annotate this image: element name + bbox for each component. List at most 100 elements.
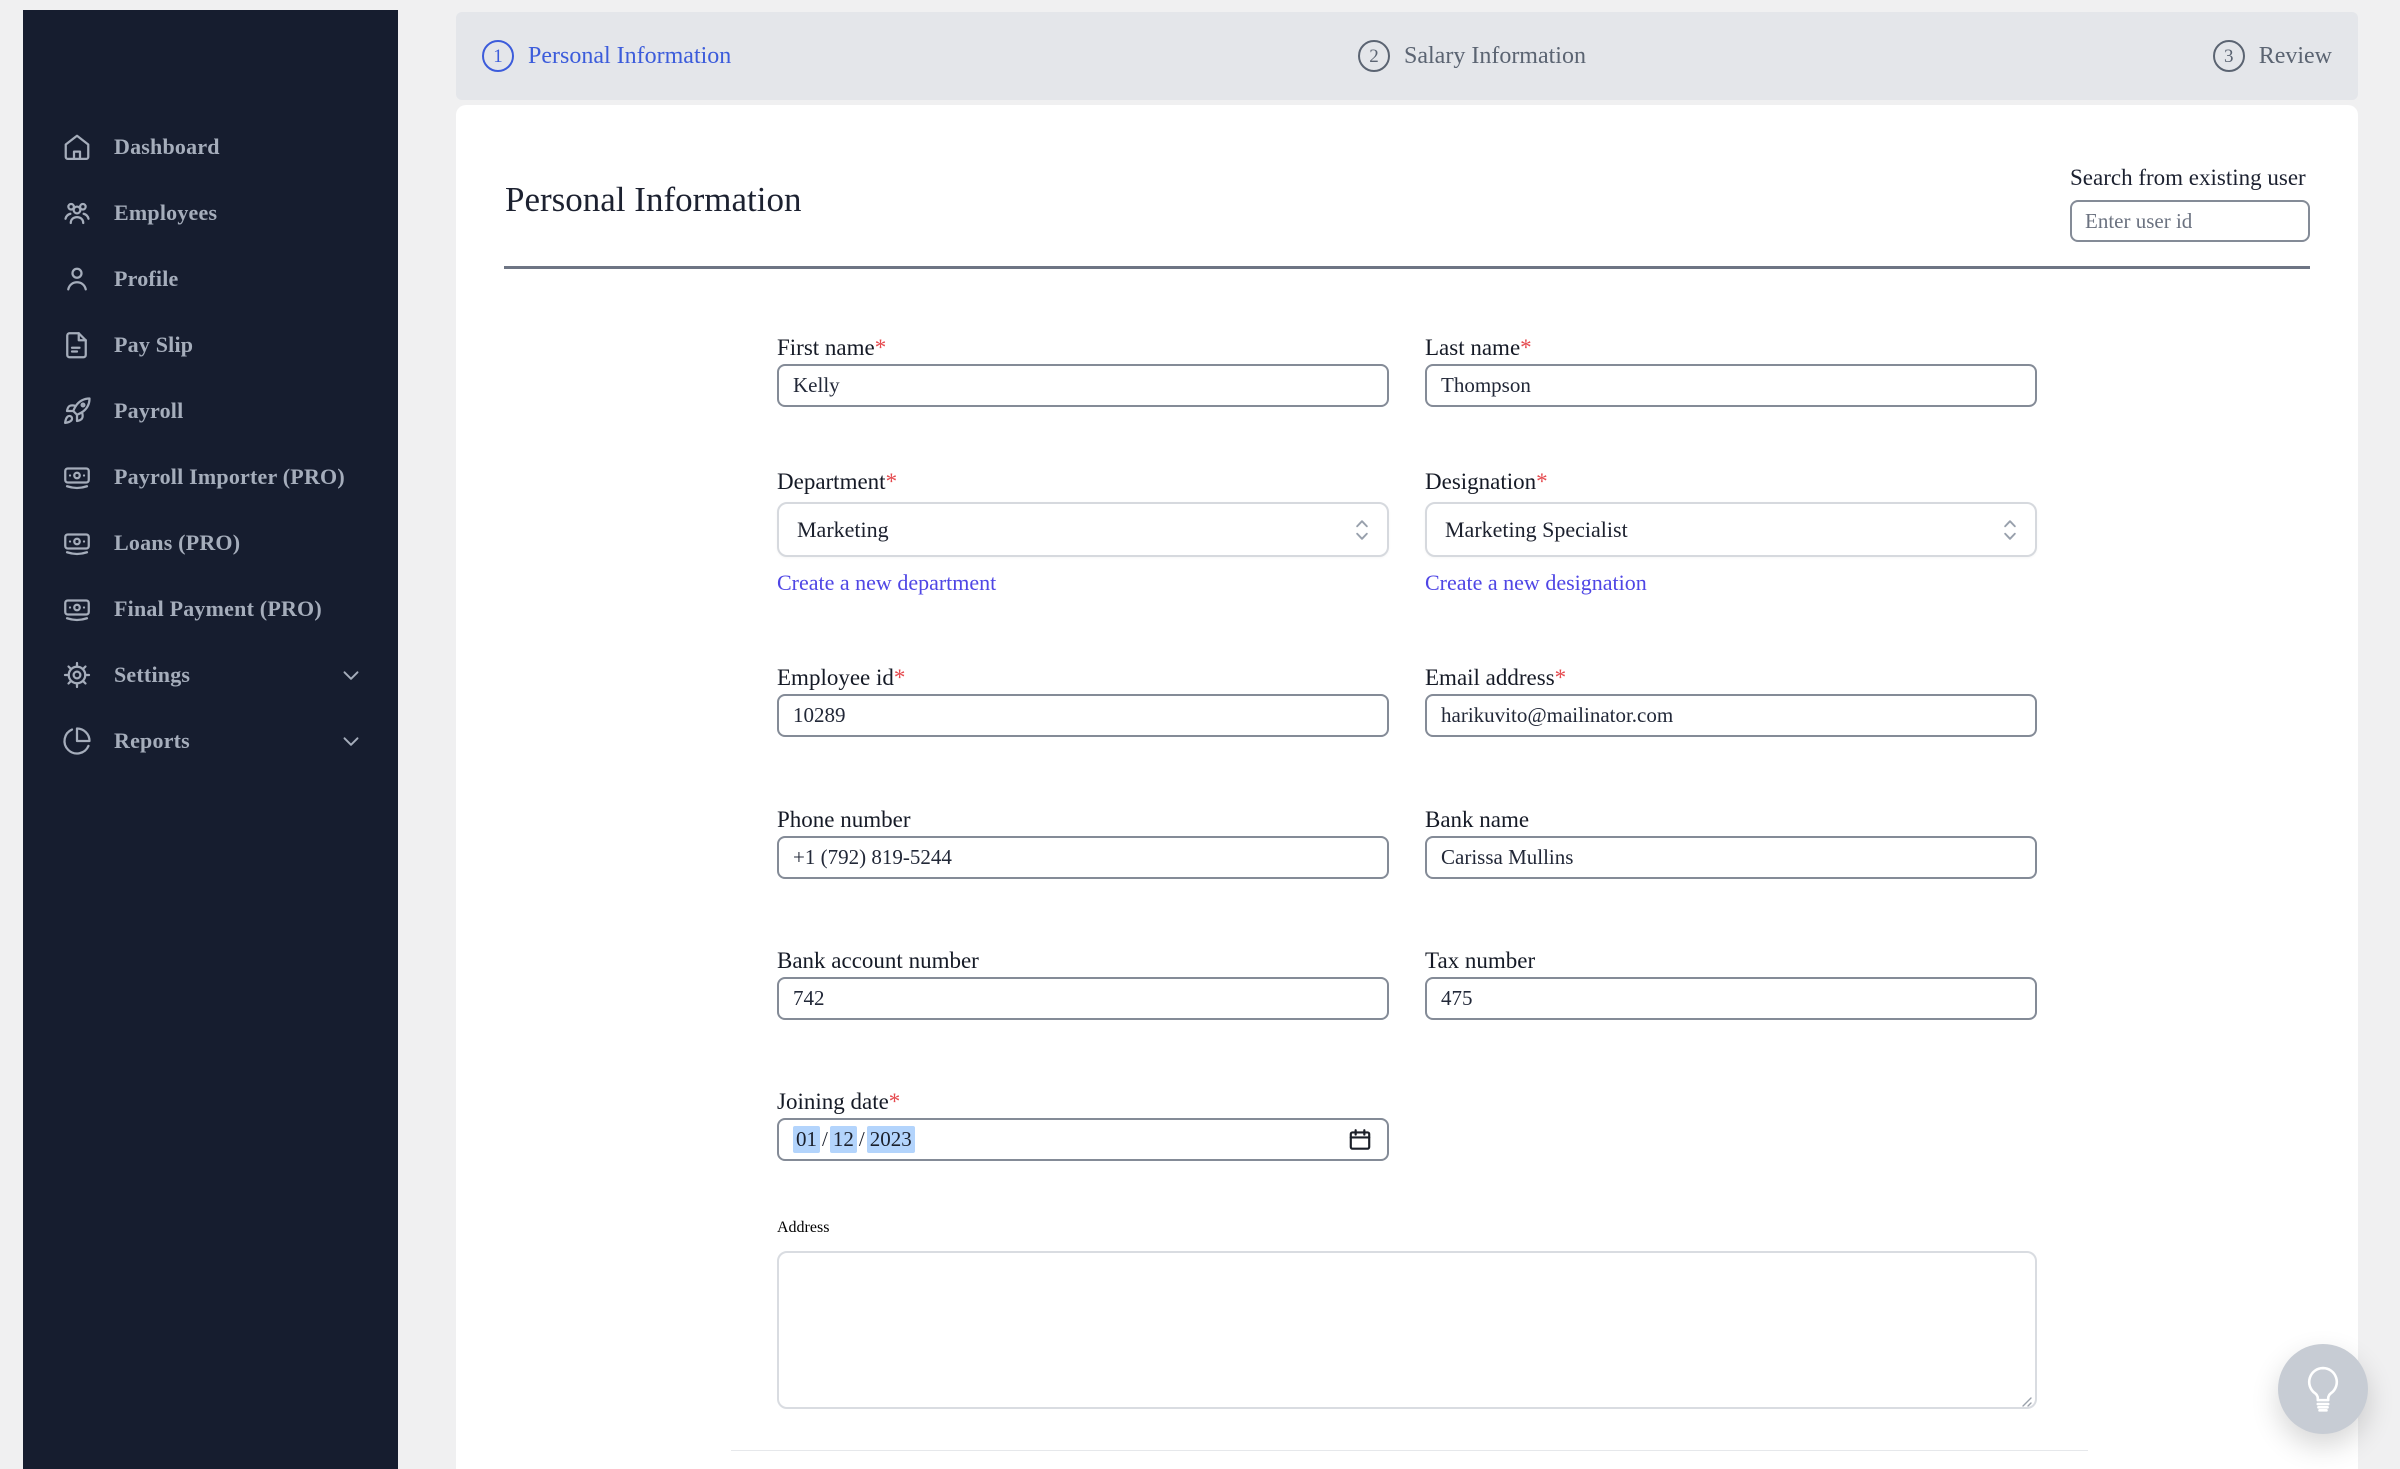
step-number: 1 bbox=[482, 40, 514, 72]
create-department-link[interactable]: Create a new department bbox=[777, 570, 996, 596]
bank-name-input[interactable] bbox=[1425, 836, 2037, 879]
select-chevrons-icon bbox=[1353, 515, 1371, 545]
select-chevrons-icon bbox=[2001, 515, 2019, 545]
phone-label: Phone number bbox=[777, 807, 911, 832]
bank-account-label: Bank account number bbox=[777, 948, 979, 973]
chevron-down-icon bbox=[338, 728, 364, 754]
step-review[interactable]: 3 Review bbox=[2212, 40, 2332, 72]
date-month-segment[interactable]: 01 bbox=[793, 1126, 820, 1153]
field-designation: Designation* Marketing Specialist Create… bbox=[1425, 469, 2037, 596]
sidebar-item-label: Employees bbox=[114, 200, 218, 225]
field-email: Email address* bbox=[1425, 665, 2037, 737]
field-first-name: First name* bbox=[777, 335, 1389, 407]
banknote-icon bbox=[62, 528, 92, 558]
sidebar-item-label: Dashboard bbox=[114, 134, 220, 159]
date-year-segment[interactable]: 2023 bbox=[866, 1126, 915, 1153]
user-icon bbox=[62, 264, 92, 294]
employee-id-input[interactable] bbox=[777, 694, 1389, 737]
department-select[interactable]: Marketing bbox=[777, 502, 1389, 557]
last-name-input[interactable] bbox=[1425, 364, 2037, 407]
sidebar-item-payroll[interactable]: Payroll bbox=[23, 378, 398, 444]
sidebar-item-employees[interactable]: Employees bbox=[23, 180, 398, 246]
employee-id-label: Employee id* bbox=[777, 665, 906, 690]
required-marker: * bbox=[1554, 665, 1567, 690]
sidebar-item-label: Payroll bbox=[114, 398, 184, 423]
field-joining-date: Joining date* 01 / 12 / 2023 bbox=[777, 1089, 1389, 1161]
field-bank-name: Bank name bbox=[1425, 807, 2037, 879]
address-label: Address bbox=[777, 1219, 830, 1236]
joining-date-input[interactable]: 01 / 12 / 2023 bbox=[777, 1118, 1389, 1161]
required-marker: * bbox=[874, 335, 887, 360]
step-number: 2 bbox=[1358, 40, 1391, 72]
first-name-input[interactable] bbox=[777, 364, 1389, 407]
field-address: Address bbox=[777, 1219, 2037, 1414]
field-department: Department* Marketing Create a new depar… bbox=[777, 469, 1389, 596]
sidebar-item-final-payment[interactable]: Final Payment (PRO) bbox=[23, 576, 398, 642]
hint-button[interactable] bbox=[2278, 1344, 2368, 1434]
sidebar-item-label: Profile bbox=[114, 266, 179, 291]
step-personal-information[interactable]: 1 Personal Information bbox=[482, 40, 731, 72]
department-label: Department* bbox=[777, 469, 898, 494]
required-marker: * bbox=[893, 665, 906, 690]
sidebar-item-pay-slip[interactable]: Pay Slip bbox=[23, 312, 398, 378]
rocket-icon bbox=[62, 396, 92, 426]
sidebar-item-payroll-importer[interactable]: Payroll Importer (PRO) bbox=[23, 444, 398, 510]
joining-date-label: Joining date* bbox=[777, 1089, 901, 1114]
search-user-input[interactable] bbox=[2070, 200, 2310, 242]
main-content: 1 Personal Information 2 Salary Informat… bbox=[456, 12, 2358, 1469]
sidebar-item-loans[interactable]: Loans (PRO) bbox=[23, 510, 398, 576]
personal-information-card: Personal Information Search from existin… bbox=[456, 105, 2358, 1469]
field-last-name: Last name* bbox=[1425, 335, 2037, 407]
document-icon bbox=[62, 330, 92, 360]
personal-information-form: First name* Last name* Department* Marke… bbox=[777, 335, 2037, 1414]
address-textarea[interactable] bbox=[777, 1251, 2037, 1409]
sidebar-item-settings[interactable]: Settings bbox=[23, 642, 398, 708]
create-designation-link[interactable]: Create a new designation bbox=[1425, 570, 1647, 596]
sidebar-item-label: Reports bbox=[114, 728, 190, 753]
banknote-icon bbox=[62, 594, 92, 624]
tax-number-label: Tax number bbox=[1425, 948, 1536, 973]
banknote-icon bbox=[62, 462, 92, 492]
bank-name-label: Bank name bbox=[1425, 807, 1530, 832]
required-marker: * bbox=[885, 469, 898, 494]
search-block: Search from existing user bbox=[2070, 165, 2310, 242]
field-phone: Phone number bbox=[777, 807, 1389, 879]
calendar-icon[interactable] bbox=[1347, 1127, 1373, 1153]
field-tax-number: Tax number bbox=[1425, 948, 2037, 1020]
required-marker: * bbox=[1520, 335, 1532, 360]
page-title: Personal Information bbox=[505, 180, 802, 219]
required-marker: * bbox=[1536, 469, 1548, 494]
email-input[interactable] bbox=[1425, 694, 2037, 737]
sidebar-item-reports[interactable]: Reports bbox=[23, 708, 398, 774]
users-icon bbox=[62, 198, 92, 228]
bank-account-input[interactable] bbox=[777, 977, 1389, 1020]
sidebar-item-label: Payroll Importer (PRO) bbox=[114, 464, 345, 489]
step-label: Salary Information bbox=[1404, 42, 1586, 69]
designation-selected-value: Marketing Specialist bbox=[1445, 516, 1628, 542]
department-selected-value: Marketing bbox=[797, 516, 889, 542]
sidebar-item-label: Settings bbox=[114, 662, 191, 687]
date-day-segment[interactable]: 12 bbox=[829, 1126, 857, 1153]
stepper: 1 Personal Information 2 Salary Informat… bbox=[456, 12, 2358, 100]
required-marker: * bbox=[888, 1089, 901, 1114]
header-divider bbox=[504, 266, 2310, 269]
first-name-label: First name* bbox=[777, 335, 887, 360]
sidebar-item-label: Final Payment (PRO) bbox=[114, 596, 322, 621]
last-name-label: Last name* bbox=[1425, 335, 1532, 360]
section-divider bbox=[731, 1450, 2088, 1451]
designation-label: Designation* bbox=[1425, 469, 1548, 494]
sidebar-nav: Dashboard Employees Profile Pay Slip Pay bbox=[23, 10, 398, 774]
tax-number-input[interactable] bbox=[1425, 977, 2037, 1020]
step-salary-information[interactable]: 2 Salary Information bbox=[1358, 40, 1586, 72]
designation-select[interactable]: Marketing Specialist bbox=[1425, 502, 2037, 557]
pie-chart-icon bbox=[62, 726, 92, 756]
phone-input[interactable] bbox=[777, 836, 1389, 879]
step-label: Review bbox=[2258, 42, 2332, 69]
gear-icon bbox=[62, 660, 92, 690]
field-employee-id: Employee id* bbox=[777, 665, 1389, 737]
sidebar-item-profile[interactable]: Profile bbox=[23, 246, 398, 312]
chevron-down-icon bbox=[338, 662, 364, 688]
sidebar-item-label: Pay Slip bbox=[114, 332, 194, 357]
sidebar-item-dashboard[interactable]: Dashboard bbox=[23, 114, 398, 180]
step-number: 3 bbox=[2212, 40, 2245, 72]
